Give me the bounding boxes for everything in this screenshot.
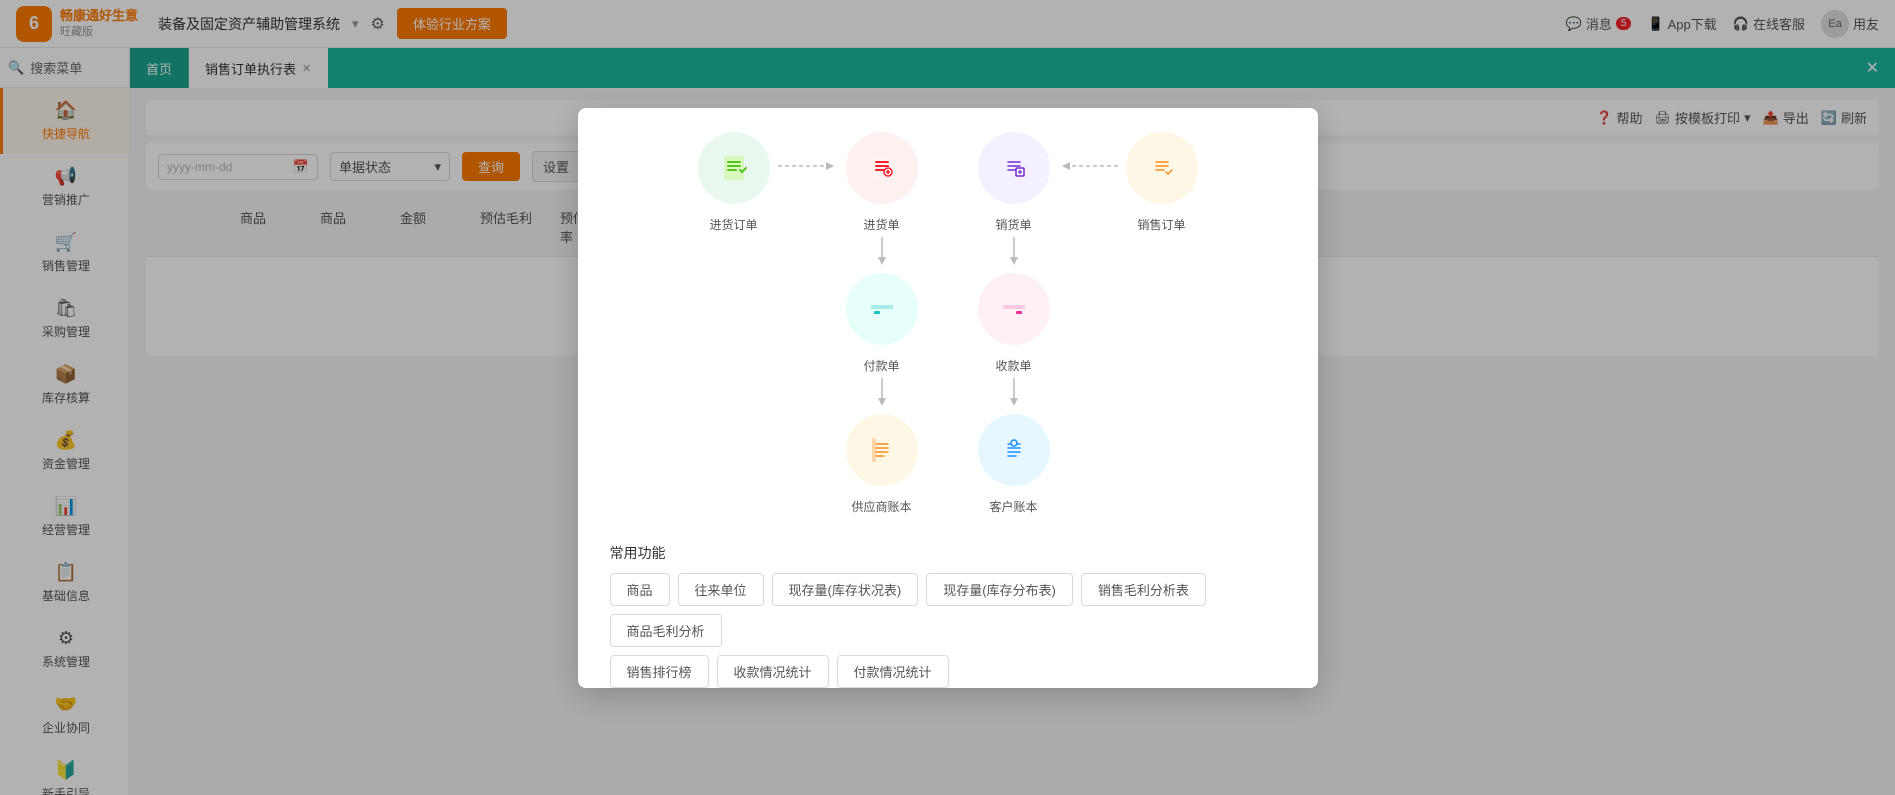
func-btn-goods[interactable]: 商品 [610,573,670,606]
func-btn-sales-gross[interactable]: 销售毛利分析表 [1081,573,1206,606]
func-btn-stock-status[interactable]: 现存量(库存状况表) [772,573,919,606]
flow-node-purchase-bill[interactable]: 进货单 [846,132,918,233]
flow-node-payment[interactable]: 付款单 [846,273,918,374]
purchase-bill-label: 进货单 [863,216,899,233]
flow-col-3: 销货单 收款单 [978,132,1050,515]
purchase-bill-icon [846,132,918,204]
modal-overlay[interactable]: 进货订单 进货单 [0,0,1895,795]
flow-node-sales-bill[interactable]: 销货单 [978,132,1050,233]
sales-order-label: 销售订单 [1137,216,1185,233]
receipt-label: 收款单 [995,357,1031,374]
sales-bill-icon [978,132,1050,204]
flow-node-supplier-ledger[interactable]: 供应商账本 [846,414,918,515]
flow-node-purchase-order[interactable]: 进货订单 [698,132,770,233]
flow-node-receipt[interactable]: 收款单 [978,273,1050,374]
func-btn-stock-dist[interactable]: 现存量(库存分布表) [926,573,1073,606]
purchase-order-icon [698,132,770,204]
flow-col-4: 销售订单 [1126,132,1198,233]
supplier-ledger-label: 供应商账本 [851,498,911,515]
payment-icon [846,273,918,345]
func-btn-receipt-stats[interactable]: 收款情况统计 [717,655,829,688]
customer-ledger-label: 客户账本 [989,498,1037,515]
flow-col-1: 进货订单 [698,132,770,233]
arrow-receipt-to-customer [1004,374,1024,414]
receipt-icon [978,273,1050,345]
flow-col-2: 进货单 付款单 [846,132,918,515]
customer-ledger-icon [978,414,1050,486]
flow-node-customer-ledger[interactable]: 客户账本 [978,414,1050,515]
common-functions-section: 常用功能 商品 往来单位 现存量(库存状况表) 现存量(库存分布表) 销售毛利分… [610,543,1286,688]
common-section-title: 常用功能 [610,543,1286,563]
supplier-ledger-icon [846,414,918,486]
arrow-bill-to-payment [872,233,892,273]
purchase-order-label: 进货订单 [709,216,757,233]
arrow-sales-order-to-bill [1058,156,1118,176]
sales-bill-label: 销货单 [995,216,1031,233]
arrow-sales-bill-to-receipt [1004,233,1024,273]
func-btn-sales-rank[interactable]: 销售排行榜 [610,655,709,688]
modal-inner: 进货订单 进货单 [578,108,1318,688]
flow-diagram: 进货订单 进货单 [610,132,1286,515]
func-btn-goods-gross[interactable]: 商品毛利分析 [610,614,722,647]
func-btn-payment-stats[interactable]: 付款情况统计 [837,655,949,688]
function-btns-row1: 商品 往来单位 现存量(库存状况表) 现存量(库存分布表) 销售毛利分析表 商品… [610,573,1286,647]
func-btn-counterpart[interactable]: 往来单位 [678,573,764,606]
quick-nav-modal: 进货订单 进货单 [578,108,1318,688]
function-btns-row2: 销售排行榜 收款情况统计 付款情况统计 [610,655,1286,688]
arrow-purchase-order-to-bill [778,156,838,176]
payment-label: 付款单 [863,357,899,374]
sales-order-icon [1126,132,1198,204]
arrow-payment-to-supplier [872,374,892,414]
flow-node-sales-order[interactable]: 销售订单 [1126,132,1198,233]
